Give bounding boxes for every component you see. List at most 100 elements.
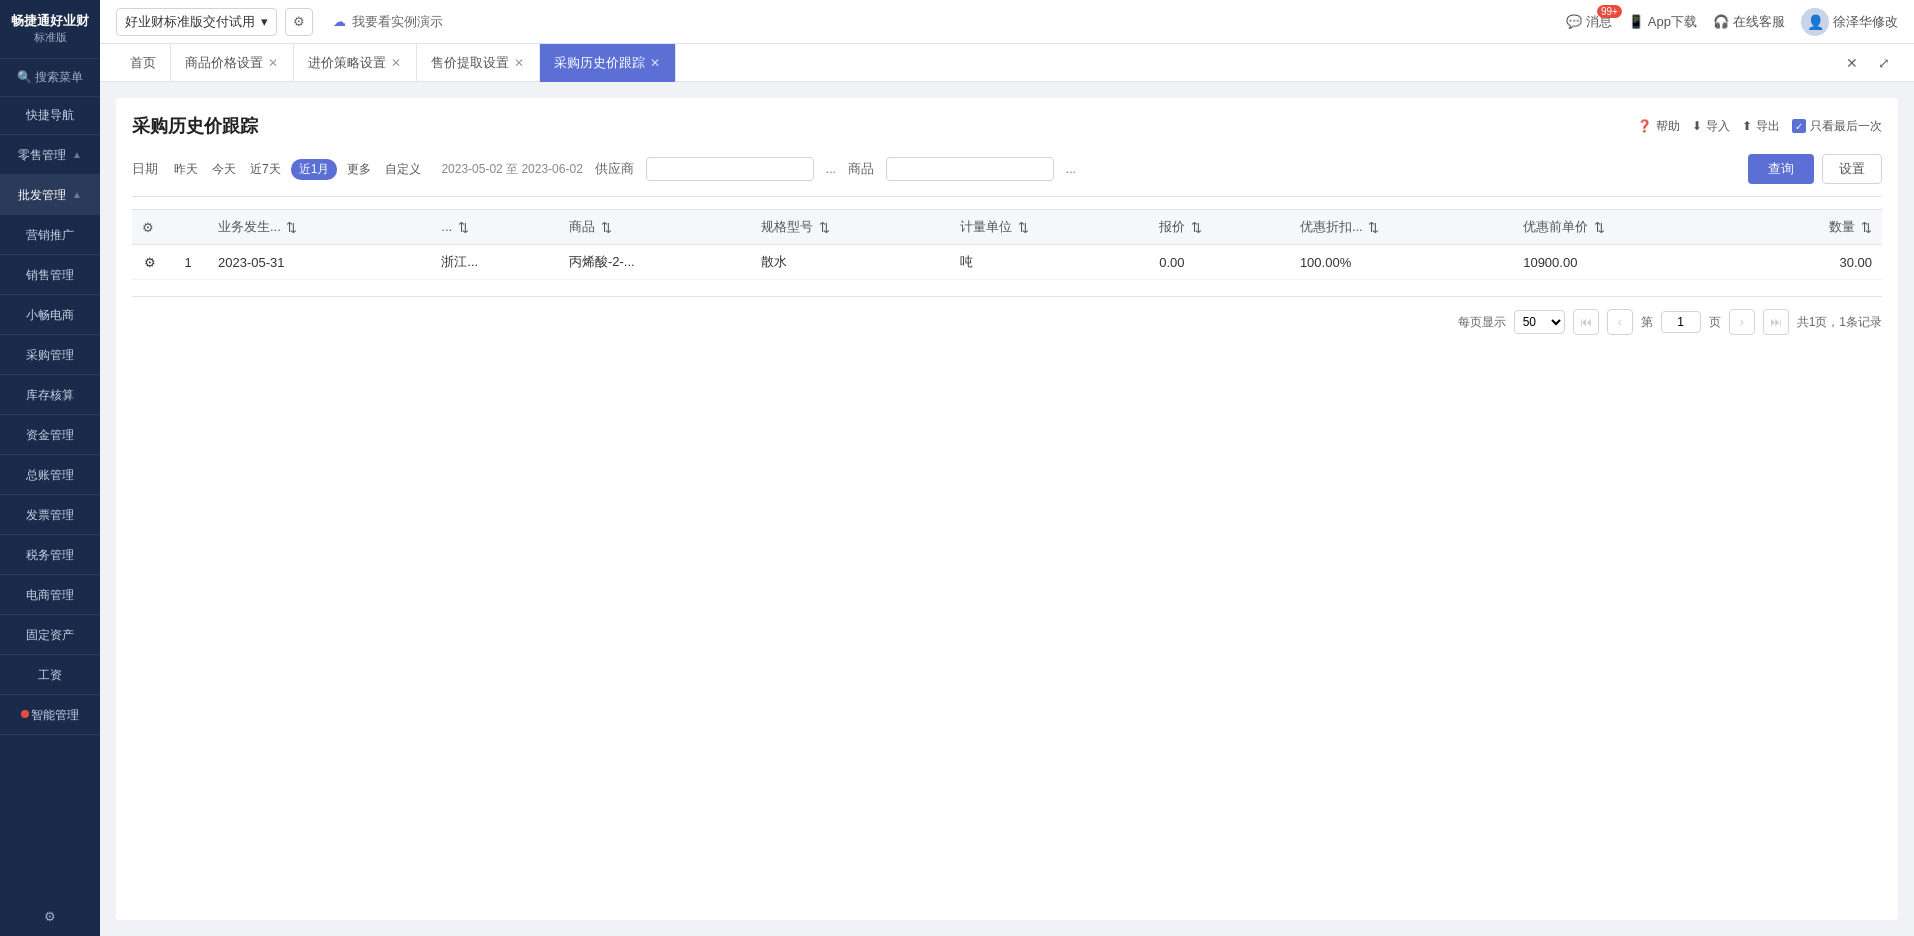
sidebar-item-label: 发票管理 (26, 507, 74, 524)
date-option-last7days[interactable]: 近7天 (246, 159, 285, 180)
sidebar-item-label: 总账管理 (26, 467, 74, 484)
user-menu[interactable]: 👤 徐泽华修改 (1801, 8, 1898, 36)
tab-close-icon[interactable]: ✕ (267, 56, 279, 70)
sidebar-item-fixed_assets[interactable]: 固定资产 (0, 615, 100, 655)
tab-label: 采购历史价跟踪 (554, 54, 645, 72)
sidebar-item-ecommerce[interactable]: 电商管理 (0, 575, 100, 615)
sidebar-item-tax[interactable]: 税务管理 (0, 535, 100, 575)
header-settings-button[interactable]: ⚙ (285, 8, 313, 36)
filter-actions: 查询 设置 (1748, 154, 1882, 184)
tab-label: 售价提取设置 (431, 54, 509, 72)
sort-icon-quantity: ⇅ (1861, 220, 1872, 235)
sidebar-item-label: 营销推广 (26, 227, 74, 244)
next-page-button[interactable]: › (1729, 309, 1755, 335)
online-service-button[interactable]: 🎧 在线客服 (1713, 13, 1785, 31)
sort-icon-more: ⇅ (458, 220, 469, 235)
sidebar-search[interactable]: 🔍 搜索菜单 (0, 59, 100, 97)
query-button[interactable]: 查询 (1748, 154, 1814, 184)
col-quantity[interactable]: 数量 ⇅ (1741, 210, 1882, 245)
sidebar-item-wholesale[interactable]: 批发管理 ▲ (0, 175, 100, 215)
sort-icon-pre-discount: ⇅ (1594, 220, 1605, 235)
col-discount[interactable]: 优惠折扣... ⇅ (1290, 210, 1513, 245)
row-actions[interactable]: ⚙ (132, 245, 168, 280)
sidebar-item-label: 智能管理 (31, 707, 79, 724)
sidebar-settings-icon[interactable]: ⚙ (0, 897, 100, 936)
logo-subtitle: 标准版 (8, 30, 92, 45)
tab-history_price[interactable]: 采购历史价跟踪 ✕ (540, 44, 676, 82)
only-latest-checkbox-group[interactable]: ✓ 只看最后一次 (1792, 118, 1882, 135)
import-button[interactable]: ⬇ 导入 (1692, 118, 1730, 135)
col-product[interactable]: 商品 ⇅ (559, 210, 751, 245)
export-button[interactable]: ⬆ 导出 (1742, 118, 1780, 135)
sidebar-item-ledger[interactable]: 总账管理 (0, 455, 100, 495)
last-page-button[interactable]: ⏭ (1763, 309, 1789, 335)
tab-close-button[interactable]: ✕ (1838, 49, 1866, 77)
date-option-today[interactable]: 今天 (208, 159, 240, 180)
tab-sale_price[interactable]: 售价提取设置 ✕ (417, 44, 540, 82)
demo-link[interactable]: ☁ 我要看实例演示 (333, 13, 443, 31)
sidebar-item-invoice[interactable]: 发票管理 (0, 495, 100, 535)
sidebar-item-finance[interactable]: 资金管理 (0, 415, 100, 455)
sidebar-item-label: 税务管理 (26, 547, 74, 564)
messages-button[interactable]: 💬 消息 99+ (1566, 13, 1612, 31)
tab-home[interactable]: 首页 (116, 44, 171, 82)
sidebar-item-marketing[interactable]: 营销推广 (0, 215, 100, 255)
date-options: 昨天今天近7天近1月更多自定义 (170, 159, 425, 180)
sidebar-item-label: 电商管理 (26, 587, 74, 604)
sidebar-item-quick-nav[interactable]: 快捷导航 (0, 97, 100, 135)
product-more-button[interactable]: ... (1066, 162, 1076, 176)
tab-close-icon[interactable]: ✕ (513, 56, 525, 70)
row-quantity: 30.00 (1741, 245, 1882, 280)
sidebar-item-payroll[interactable]: 工资 (0, 655, 100, 695)
tab-close-icon[interactable]: ✕ (649, 56, 661, 70)
sidebar-item-inventory[interactable]: 库存核算 (0, 375, 100, 415)
col-pre-discount[interactable]: 优惠前单价 ⇅ (1513, 210, 1741, 245)
col-spec[interactable]: 规格型号 ⇅ (751, 210, 950, 245)
tab-price[interactable]: 商品价格设置✕ (171, 44, 294, 82)
import-icon: ⬇ (1692, 119, 1702, 133)
supplier-input[interactable] (646, 157, 814, 181)
version-select[interactable]: 好业财标准版交付试用 ▾ (116, 8, 277, 36)
date-option-more[interactable]: 更多 (343, 159, 375, 180)
sidebar-item-purchase[interactable]: 采购管理 (0, 335, 100, 375)
date-option-last1month[interactable]: 近1月 (291, 159, 338, 180)
tab-expand-button[interactable]: ⤢ (1870, 49, 1898, 77)
col-unit[interactable]: 计量单位 ⇅ (950, 210, 1149, 245)
sidebar-item-label: 批发管理 (18, 187, 66, 204)
page-card: 采购历史价跟踪 ❓ 帮助 ⬇ 导入 ⬆ 导出 ✓ (116, 98, 1898, 920)
sidebar-item-ecommerce_small[interactable]: 小畅电商 (0, 295, 100, 335)
sidebar-item-label: 库存核算 (26, 387, 74, 404)
person-icon: 👤 (1807, 14, 1824, 30)
col-more[interactable]: ... ⇅ (431, 210, 559, 245)
per-page-select[interactable]: 50 100 200 (1514, 310, 1565, 334)
date-option-yesterday[interactable]: 昨天 (170, 159, 202, 180)
main-area: 好业财标准版交付试用 ▾ ⚙ ☁ 我要看实例演示 💬 消息 99+ 📱 App下… (100, 0, 1914, 936)
sort-icon-unit: ⇅ (1018, 220, 1029, 235)
supplier-more-button[interactable]: ... (826, 162, 836, 176)
only-latest-checkbox[interactable]: ✓ (1792, 119, 1806, 133)
sidebar: 畅捷通好业财 标准版 🔍 搜索菜单 快捷导航 零售管理 ▲ 批发管理 ▲ 营销推… (0, 0, 100, 936)
message-badge: 99+ (1597, 5, 1622, 18)
product-filter-label: 商品 (848, 160, 874, 178)
row-num: 1 (168, 245, 208, 280)
product-input[interactable] (886, 157, 1054, 181)
prev-page-button[interactable]: ‹ (1607, 309, 1633, 335)
per-page-label: 每页显示 (1458, 314, 1506, 331)
app-download-button[interactable]: 📱 App下载 (1628, 13, 1697, 31)
sidebar-item-label: 零售管理 (18, 147, 66, 164)
first-page-button[interactable]: ⏮ (1573, 309, 1599, 335)
col-date[interactable]: 业务发生... ⇅ (208, 210, 431, 245)
tab-close-icon[interactable]: ✕ (390, 56, 402, 70)
date-option-custom[interactable]: 自定义 (381, 159, 425, 180)
sidebar-item-label: 资金管理 (26, 427, 74, 444)
help-button[interactable]: ❓ 帮助 (1637, 118, 1680, 135)
tab-strategy[interactable]: 进价策略设置✕ (294, 44, 417, 82)
col-settings[interactable]: ⚙ (132, 210, 168, 245)
sidebar-item-smart[interactable]: 智能管理 (0, 695, 100, 735)
sidebar-item-retail[interactable]: 零售管理 ▲ (0, 135, 100, 175)
headset-icon: 🎧 (1713, 14, 1729, 29)
page-number-input[interactable] (1661, 311, 1701, 333)
col-price[interactable]: 报价 ⇅ (1149, 210, 1290, 245)
sidebar-item-sales[interactable]: 销售管理 (0, 255, 100, 295)
settings-button[interactable]: 设置 (1822, 154, 1882, 184)
